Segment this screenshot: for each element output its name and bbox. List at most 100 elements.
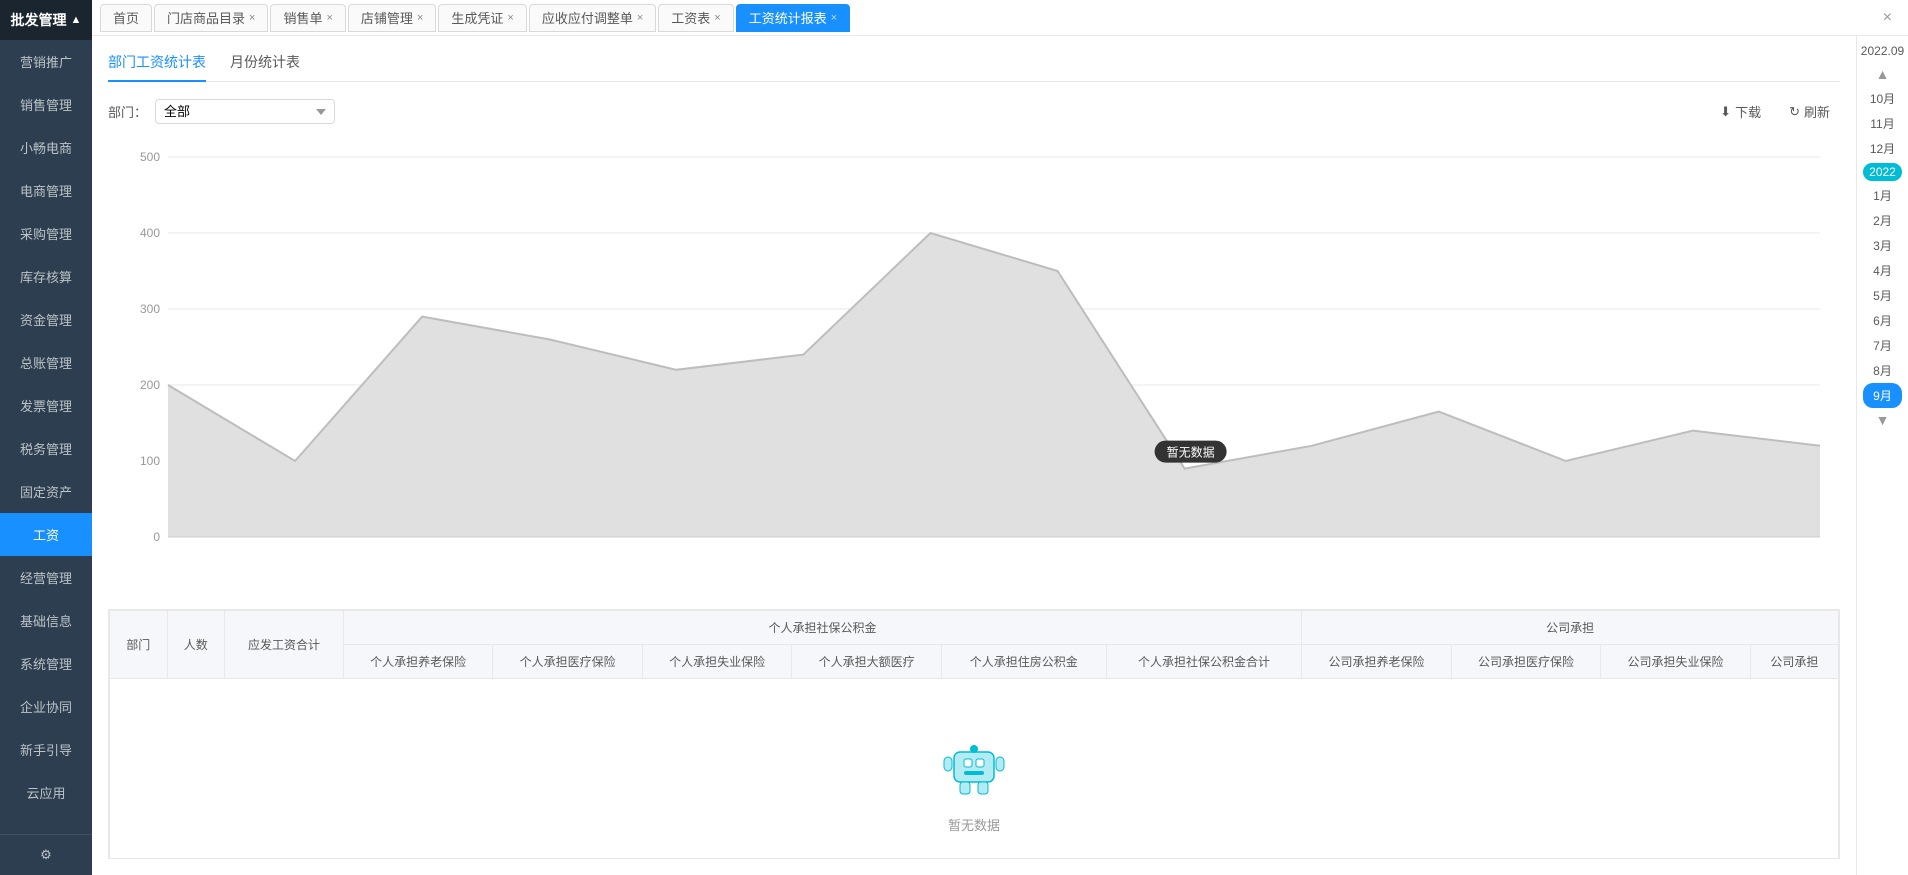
tab-close-gen-voucher[interactable]: ×: [507, 12, 513, 24]
tab-store-catalog[interactable]: 门店商品目录 ×: [154, 4, 268, 32]
tab-label-payroll-stats: 工资统计报表: [749, 8, 827, 27]
sidebar-item-operation[interactable]: 经营管理: [0, 556, 92, 599]
tab-label-payroll: 工资表: [671, 8, 710, 27]
window-close-button[interactable]: ×: [1875, 9, 1900, 27]
download-button[interactable]: ⬇ 下载: [1710, 98, 1771, 125]
sidebar-item-cloud[interactable]: 云应用: [0, 771, 92, 814]
empty-state: 暂无数据: [120, 687, 1828, 859]
tab-payroll[interactable]: 工资表 ×: [658, 4, 733, 32]
col-company-social: 公司承担: [1302, 611, 1839, 645]
timeline-month-8[interactable]: 8月: [1863, 358, 1902, 383]
tab-label-gen-voucher: 生成凭证: [451, 8, 503, 27]
sidebar-item-inventory[interactable]: 库存核算: [0, 255, 92, 298]
sidebar-item-salary[interactable]: 工资: [0, 513, 92, 556]
filter-row: 部门： 全部: [108, 99, 335, 124]
chart-area: 5004003002001000暂无数据: [108, 137, 1840, 597]
tab-close-sales-order[interactable]: ×: [326, 12, 332, 24]
col-count: 人数: [167, 611, 225, 679]
svg-text:200: 200: [140, 378, 160, 392]
empty-text: 暂无数据: [948, 815, 1000, 834]
col-公司承担: 公司承担: [1750, 645, 1838, 679]
col-公司承担养老保险: 公司承担养老保险: [1302, 645, 1452, 679]
tab-home[interactable]: 首页: [100, 4, 152, 32]
tab-bar: 首页门店商品目录×销售单×店铺管理×生成凭证×应收应付调整单×工资表×工资统计报…: [92, 0, 1908, 36]
timeline-month-12[interactable]: 12月: [1863, 136, 1902, 161]
tab-payroll-stats[interactable]: 工资统计报表 ×: [736, 4, 850, 32]
col-个人承担失业保险: 个人承担失业保险: [642, 645, 792, 679]
sub-tab-bar: 部门工资统计表月份统计表: [108, 52, 1840, 82]
tab-close-payroll[interactable]: ×: [714, 12, 720, 24]
timeline-month-10[interactable]: 10月: [1863, 86, 1902, 111]
timeline-month-1[interactable]: 1月: [1863, 183, 1902, 208]
tab-sales-order[interactable]: 销售单×: [270, 4, 345, 32]
col-个人承担住房公积金: 个人承担住房公积金: [941, 645, 1106, 679]
sidebar: 批发管理 ▲ 营销推广销售管理小畅电商电商管理采购管理库存核算资金管理总账管理发…: [0, 0, 92, 875]
sidebar-item-basic[interactable]: 基础信息: [0, 599, 92, 642]
toolbar: 部门： 全部 ⬇ 下载 ↻ 刷新: [108, 98, 1840, 125]
empty-robot-icon: [934, 727, 1014, 807]
refresh-icon: ↻: [1789, 104, 1800, 120]
timeline-down-nav[interactable]: ▼: [1876, 408, 1890, 432]
main-area: 首页门店商品目录×销售单×店铺管理×生成凭证×应收应付调整单×工资表×工资统计报…: [92, 0, 1908, 875]
sidebar-item-ecom-xiao[interactable]: 小畅电商: [0, 126, 92, 169]
refresh-button[interactable]: ↻ 刷新: [1779, 98, 1840, 125]
sidebar-title: 批发管理: [11, 10, 67, 30]
col-个人承担大额医疗: 个人承担大额医疗: [792, 645, 942, 679]
sidebar-item-sales[interactable]: 销售管理: [0, 83, 92, 126]
sidebar-item-guide[interactable]: 新手引导: [0, 728, 92, 771]
content-area: 部门工资统计表月份统计表 部门： 全部 ⬇ 下载 ↻: [92, 36, 1908, 875]
timeline-month-11[interactable]: 11月: [1863, 111, 1902, 136]
col-个人承担社保公积金合计: 个人承担社保公积金合计: [1106, 645, 1302, 679]
dept-select[interactable]: 全部: [155, 99, 335, 124]
timeline-month-3[interactable]: 3月: [1863, 233, 1902, 258]
sub-tab-dept-stats[interactable]: 部门工资统计表: [108, 52, 206, 82]
col-个人承担养老保险: 个人承担养老保险: [343, 645, 493, 679]
sidebar-item-assets[interactable]: 固定资产: [0, 470, 92, 513]
tab-close-payroll-stats[interactable]: ×: [831, 12, 837, 24]
tab-close-ar-ap-adjust[interactable]: ×: [637, 12, 643, 24]
col-dept: 部门: [110, 611, 168, 679]
sidebar-item-invoice[interactable]: 发票管理: [0, 384, 92, 427]
settings-button[interactable]: ⚙: [0, 834, 92, 875]
tab-label-ar-ap-adjust: 应收应付调整单: [542, 8, 633, 27]
tab-label-shop-mgmt: 店铺管理: [361, 8, 413, 27]
sidebar-item-ledger[interactable]: 总账管理: [0, 341, 92, 384]
tab-close-store-catalog[interactable]: ×: [249, 12, 255, 24]
tab-label-home: 首页: [113, 8, 139, 27]
sidebar-item-ecom[interactable]: 电商管理: [0, 169, 92, 212]
timeline-month-5[interactable]: 5月: [1863, 283, 1902, 308]
tab-shop-mgmt[interactable]: 店铺管理 ×: [348, 4, 436, 32]
timeline-month-6[interactable]: 6月: [1863, 308, 1902, 333]
page-content: 部门工资统计表月份统计表 部门： 全部 ⬇ 下载 ↻: [92, 36, 1856, 875]
sidebar-collapse-icon[interactable]: ▲: [71, 14, 82, 26]
timeline-month-4[interactable]: 4月: [1863, 258, 1902, 283]
tab-gen-voucher[interactable]: 生成凭证 ×: [438, 4, 526, 32]
svg-text:0: 0: [153, 530, 160, 544]
timeline-up-nav[interactable]: ▲: [1876, 62, 1890, 86]
timeline-year-2022[interactable]: 2022: [1863, 163, 1902, 181]
empty-row: 暂无数据: [110, 679, 1839, 860]
gear-icon: ⚙: [40, 847, 52, 862]
svg-text:暂无数据: 暂无数据: [1167, 445, 1215, 460]
tab-ar-ap-adjust[interactable]: 应收应付调整单 ×: [529, 4, 656, 32]
svg-text:100: 100: [140, 454, 160, 468]
timeline-month-7[interactable]: 7月: [1863, 333, 1902, 358]
col-个人承担医疗保险: 个人承担医疗保险: [493, 645, 643, 679]
sub-tab-month-stats[interactable]: 月份统计表: [230, 52, 300, 82]
col-公司承担失业保险: 公司承担失业保险: [1601, 645, 1751, 679]
timeline-month-9[interactable]: 9月: [1863, 383, 1902, 408]
svg-text:300: 300: [140, 302, 160, 316]
timeline-month-2[interactable]: 2月: [1863, 208, 1902, 233]
timeline-panel: 2022.09 ▲ 10月11月12月20221月2月3月4月5月6月7月8月9…: [1856, 36, 1908, 875]
col-personal-social: 个人承担社保公积金: [343, 611, 1301, 645]
tab-close-shop-mgmt[interactable]: ×: [417, 12, 423, 24]
sidebar-item-system[interactable]: 系统管理: [0, 642, 92, 685]
sidebar-item-collab[interactable]: 企业协同: [0, 685, 92, 728]
sidebar-item-tax[interactable]: 税务管理: [0, 427, 92, 470]
col-公司承担医疗保险: 公司承担医疗保险: [1451, 645, 1601, 679]
table-area[interactable]: 部门 人数 应发工资合计 个人承担社保公积金 公司承担 个人承担养老保险个人承担…: [108, 609, 1840, 859]
sidebar-item-marketing[interactable]: 营销推广: [0, 40, 92, 83]
tab-label-store-catalog: 门店商品目录: [167, 8, 245, 27]
sidebar-item-purchase[interactable]: 采购管理: [0, 212, 92, 255]
sidebar-item-funds[interactable]: 资金管理: [0, 298, 92, 341]
